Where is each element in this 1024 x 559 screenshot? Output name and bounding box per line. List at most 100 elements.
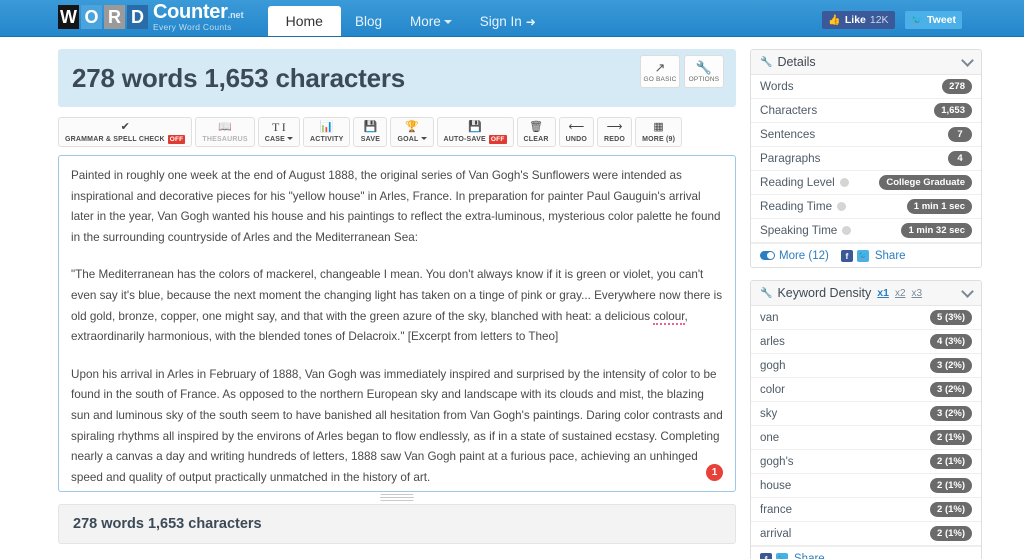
toolbar-activity[interactable]: 📊 ACTIVITY bbox=[303, 117, 351, 147]
keyword-word: gogh's bbox=[760, 456, 794, 468]
details-label-speaking-time: Speaking Time bbox=[760, 224, 837, 237]
keyword-row: france 2 (1%) bbox=[751, 498, 981, 522]
twitter-share-icon[interactable]: 🐦 bbox=[857, 250, 869, 262]
facebook-share-icon[interactable]: f bbox=[841, 250, 853, 262]
keyword-word: gogh bbox=[760, 360, 786, 372]
toolbar-activity-label: ACTIVITY bbox=[310, 136, 344, 143]
editor-resize-handle[interactable] bbox=[380, 494, 414, 501]
toolbar-clear[interactable]: 🗑 CLEAR bbox=[517, 117, 556, 147]
keyword-word: arrival bbox=[760, 528, 791, 540]
keyword-multiplier-links: x1 x2 x3 bbox=[877, 287, 922, 299]
page-body: 278 words 1,653 characters ↗ GO BASIC 🔧 … bbox=[0, 37, 1024, 559]
details-share-label[interactable]: Share bbox=[875, 250, 906, 262]
toolbar-case[interactable]: T I CASE bbox=[258, 117, 300, 147]
page-title: 278 words 1,653 characters bbox=[72, 63, 405, 94]
chevron-down-icon[interactable] bbox=[961, 285, 974, 298]
keyword-density-title: Keyword Density bbox=[777, 286, 871, 300]
keyword-word: van bbox=[760, 312, 779, 324]
toolbar-thesaurus[interactable]: 📖 THESAURUS bbox=[195, 117, 254, 147]
details-row-characters: Characters 1,653 bbox=[751, 99, 981, 123]
chevron-down-icon bbox=[444, 20, 452, 24]
keyword-value: 3 (2%) bbox=[930, 382, 972, 397]
misspelled-word[interactable]: colour bbox=[653, 310, 684, 325]
error-count-badge[interactable]: 1 bbox=[706, 464, 723, 481]
toolbar-redo-label: REDO bbox=[604, 136, 625, 143]
details-row-sentences: Sentences 7 bbox=[751, 123, 981, 147]
keyword-value: 2 (1%) bbox=[930, 502, 972, 517]
save-icon: 💾 bbox=[364, 122, 378, 134]
toolbar-autosave-label: AUTO-SAVE bbox=[444, 136, 486, 143]
details-panel-header: 🔧 Details bbox=[751, 50, 981, 75]
details-label-paragraphs: Paragraphs bbox=[760, 152, 820, 165]
keyword-multiplier-x3[interactable]: x3 bbox=[912, 288, 923, 299]
social-buttons: 👍 Like 12K 🐦 Tweet bbox=[822, 11, 962, 29]
chevron-down-icon bbox=[287, 137, 293, 140]
facebook-like-count: 12K bbox=[870, 14, 889, 26]
wrench-icon: 🔧 bbox=[696, 61, 712, 74]
toolbar-auto-save[interactable]: 💾 AUTO-SAVEOFF bbox=[437, 117, 514, 147]
twitter-tweet-button[interactable]: 🐦 Tweet bbox=[905, 11, 962, 29]
info-icon[interactable] bbox=[837, 202, 846, 211]
details-more-link[interactable]: More (12) bbox=[760, 250, 829, 262]
keyword-row: house 2 (1%) bbox=[751, 474, 981, 498]
keyword-density-header: 🔧 Keyword Density x1 x2 x3 bbox=[751, 281, 981, 306]
keyword-word: france bbox=[760, 504, 792, 516]
nav-item-more[interactable]: More bbox=[396, 8, 466, 36]
details-panel-title: Details bbox=[777, 55, 815, 69]
logo-wordmark: Counter.net Every Word Counts bbox=[153, 2, 244, 33]
details-value-words: 278 bbox=[942, 79, 972, 94]
editor-paragraph-1: Painted in roughly one week at the end o… bbox=[71, 166, 723, 248]
keyword-multiplier-x1[interactable]: x1 bbox=[877, 287, 889, 299]
check-icon: ✔ bbox=[121, 122, 130, 134]
bottom-count-text: 278 words 1,653 characters bbox=[73, 516, 262, 532]
nav-item-signin-label: Sign In bbox=[480, 14, 522, 29]
floppy-icon: 💾 bbox=[468, 122, 482, 134]
headline-panel: 278 words 1,653 characters ↗ GO BASIC 🔧 … bbox=[58, 49, 736, 107]
info-icon[interactable] bbox=[842, 226, 851, 235]
keyword-row: van 5 (3%) bbox=[751, 306, 981, 330]
nav-item-home[interactable]: Home bbox=[268, 6, 341, 36]
keyword-multiplier-x2[interactable]: x2 bbox=[895, 288, 906, 299]
arrow-right-icon: ⟶ bbox=[607, 122, 623, 134]
logo-tagline: Every Word Counts bbox=[153, 23, 244, 32]
twitter-tweet-label: Tweet bbox=[927, 14, 956, 26]
options-label: OPTIONS bbox=[689, 76, 720, 83]
top-navbar: W O R D Counter.net Every Word Counts Ho… bbox=[0, 0, 1024, 37]
details-value-characters: 1,653 bbox=[934, 103, 972, 118]
keyword-share-label[interactable]: Share bbox=[794, 553, 825, 559]
details-share-row: More (12) f 🐦 Share bbox=[751, 243, 981, 267]
logo-block-w: W bbox=[58, 5, 79, 29]
facebook-like-button[interactable]: 👍 Like 12K bbox=[822, 11, 894, 29]
toolbar-undo[interactable]: ⟵ UNDO bbox=[559, 117, 594, 147]
nav-item-blog[interactable]: Blog bbox=[341, 8, 396, 36]
logo-block-r: R bbox=[104, 5, 125, 29]
toolbar-redo[interactable]: ⟶ REDO bbox=[597, 117, 632, 147]
keyword-word: house bbox=[760, 480, 791, 492]
info-icon[interactable] bbox=[840, 178, 849, 187]
toolbar-save-label: SAVE bbox=[361, 136, 380, 143]
keyword-value: 2 (1%) bbox=[930, 526, 972, 541]
keyword-row: gogh's 2 (1%) bbox=[751, 450, 981, 474]
bottom-count-bar: 278 words 1,653 characters bbox=[58, 504, 736, 544]
nav-item-signin[interactable]: Sign In ➜ bbox=[466, 8, 550, 36]
twitter-share-icon[interactable]: 🐦 bbox=[776, 553, 788, 559]
toolbar-more[interactable]: ▦ MORE (9) bbox=[635, 117, 682, 147]
chevron-down-icon[interactable] bbox=[961, 54, 974, 67]
logo-counter-text: Counter bbox=[153, 1, 228, 23]
facebook-share-icon[interactable]: f bbox=[760, 553, 772, 559]
details-value-reading-time: 1 min 1 sec bbox=[907, 199, 972, 214]
logo-block-d: D bbox=[127, 5, 148, 29]
site-logo[interactable]: W O R D Counter.net Every Word Counts bbox=[58, 3, 244, 31]
toolbar-grammar-spell-check[interactable]: ✔ GRAMMAR & SPELL CHECKOFF bbox=[58, 117, 192, 147]
details-value-reading-level: College Graduate bbox=[879, 175, 972, 190]
text-editor[interactable]: Painted in roughly one week at the end o… bbox=[58, 155, 736, 492]
toolbar-save[interactable]: 💾 SAVE bbox=[353, 117, 387, 147]
keyword-value: 5 (3%) bbox=[930, 310, 972, 325]
sign-in-arrow-icon: ➜ bbox=[526, 15, 536, 29]
grid-icon: ▦ bbox=[653, 122, 663, 134]
go-basic-button[interactable]: ↗ GO BASIC bbox=[640, 55, 680, 88]
toolbar-goal[interactable]: 🏆 GOAL bbox=[390, 117, 433, 147]
toggle-icon bbox=[760, 251, 775, 260]
facebook-like-label: Like bbox=[845, 14, 866, 26]
options-button[interactable]: 🔧 OPTIONS bbox=[684, 55, 724, 88]
